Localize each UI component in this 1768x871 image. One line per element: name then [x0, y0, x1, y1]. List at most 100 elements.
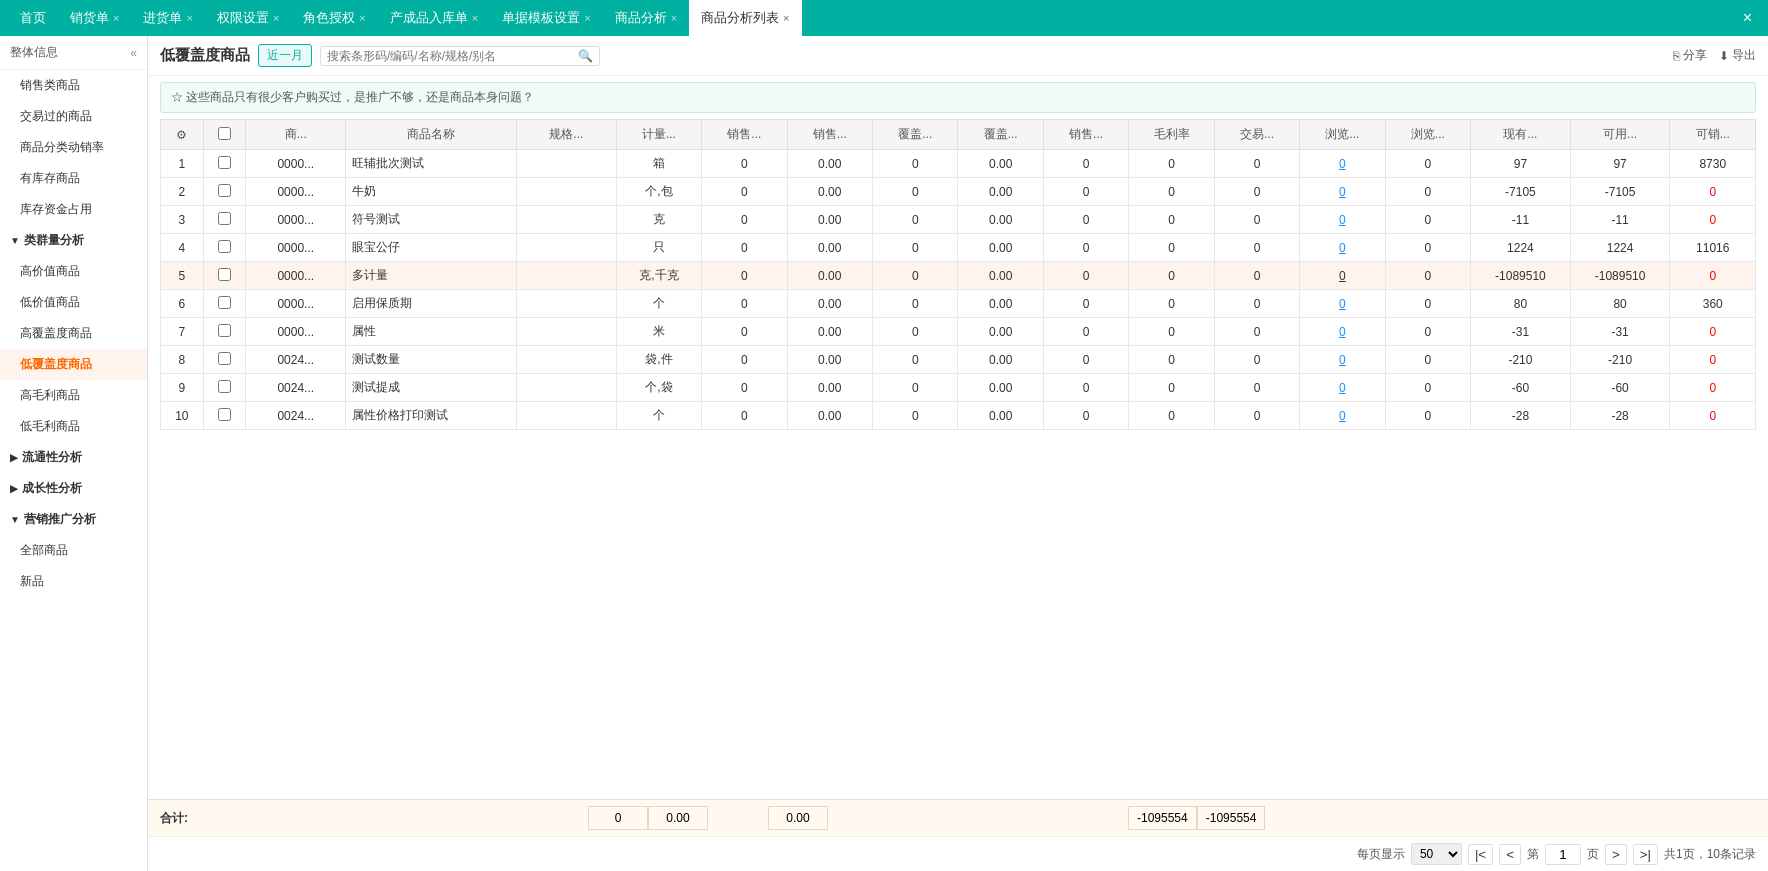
row-checkbox[interactable] — [203, 206, 246, 234]
sidebar-item-low-margin[interactable]: 低毛利商品 — [0, 411, 147, 442]
close-icon[interactable]: × — [671, 0, 677, 36]
sidebar-group-circulation[interactable]: ▶ 流通性分析 — [0, 442, 147, 473]
sidebar-item-low-coverage[interactable]: 低覆盖度商品 — [0, 349, 147, 380]
row-select[interactable] — [218, 268, 231, 281]
sidebar-item-sales-products[interactable]: 销售类商品 — [0, 70, 147, 101]
col-checkbox[interactable] — [203, 120, 246, 150]
row-browse1[interactable]: 0 — [1300, 206, 1385, 234]
row-select[interactable] — [218, 296, 231, 309]
row-browse1[interactable]: 0 — [1300, 262, 1385, 290]
select-all-checkbox[interactable] — [218, 127, 231, 140]
row-browse1[interactable]: 0 — [1300, 374, 1385, 402]
nav-item-permissions[interactable]: 权限设置 × — [205, 0, 291, 36]
col-sales3[interactable]: 销售... — [1043, 120, 1128, 150]
next-page-button[interactable]: > — [1605, 844, 1627, 865]
sidebar-item-new-products[interactable]: 新品 — [0, 566, 147, 597]
share-button[interactable]: ⎘ 分享 — [1673, 47, 1707, 64]
close-icon[interactable]: × — [113, 0, 119, 36]
col-code[interactable]: 商... — [246, 120, 346, 150]
nav-item-finished-goods[interactable]: 产成品入库单 × — [378, 0, 490, 36]
row-select[interactable] — [218, 240, 231, 253]
row-checkbox[interactable] — [203, 290, 246, 318]
row-select[interactable] — [218, 408, 231, 421]
row-select[interactable] — [218, 324, 231, 337]
col-browse2[interactable]: 浏览... — [1385, 120, 1470, 150]
close-icon[interactable]: × — [273, 0, 279, 36]
nav-item-product-analysis-list[interactable]: 商品分析列表 × — [689, 0, 801, 36]
close-icon[interactable]: × — [359, 0, 365, 36]
nav-item-template[interactable]: 单据模板设置 × — [490, 0, 602, 36]
col-cov1[interactable]: 覆盖... — [873, 120, 958, 150]
close-icon[interactable]: × — [584, 0, 590, 36]
col-name[interactable]: 商品名称 — [346, 120, 517, 150]
row-select[interactable] — [218, 352, 231, 365]
col-settings[interactable]: ⚙ — [161, 120, 204, 150]
sidebar-group-marketing[interactable]: ▼ 营销推广分析 — [0, 504, 147, 535]
col-available[interactable]: 可用... — [1570, 120, 1670, 150]
row-select[interactable] — [218, 184, 231, 197]
row-checkbox[interactable] — [203, 318, 246, 346]
nav-item-product-analysis[interactable]: 商品分析 × — [603, 0, 689, 36]
search-input[interactable] — [327, 49, 574, 63]
sidebar-item-high-value[interactable]: 高价值商品 — [0, 256, 147, 287]
row-checkbox[interactable] — [203, 178, 246, 206]
row-checkbox[interactable] — [203, 402, 246, 430]
close-icon[interactable]: × — [783, 0, 789, 36]
sidebar-item-high-margin[interactable]: 高毛利商品 — [0, 380, 147, 411]
sidebar-group-cluster[interactable]: ▼ 类群量分析 — [0, 225, 147, 256]
row-checkbox[interactable] — [203, 150, 246, 178]
close-all-button[interactable]: × — [1735, 9, 1760, 27]
col-spec[interactable]: 规格... — [517, 120, 617, 150]
col-gross[interactable]: 毛利率 — [1129, 120, 1214, 150]
row-browse1[interactable]: 0 — [1300, 150, 1385, 178]
nav-item-roles[interactable]: 角色授权 × — [291, 0, 377, 36]
row-cov1: 0 — [873, 206, 958, 234]
col-cov2[interactable]: 覆盖... — [958, 120, 1043, 150]
nav-item-sales[interactable]: 销货单 × — [58, 0, 131, 36]
row-trade: 0 — [1214, 402, 1299, 430]
col-current[interactable]: 现有... — [1471, 120, 1571, 150]
chevron-down-icon: ▼ — [10, 235, 20, 246]
row-select[interactable] — [218, 156, 231, 169]
row-browse1[interactable]: 0 — [1300, 318, 1385, 346]
prev-page-button[interactable]: < — [1499, 844, 1521, 865]
col-sellable[interactable]: 可销... — [1670, 120, 1756, 150]
sidebar-item-all-products[interactable]: 全部商品 — [0, 535, 147, 566]
row-browse1[interactable]: 0 — [1300, 178, 1385, 206]
sidebar-item-low-value[interactable]: 低价值商品 — [0, 287, 147, 318]
row-browse1[interactable]: 0 — [1300, 346, 1385, 374]
row-select[interactable] — [218, 212, 231, 225]
search-icon[interactable]: 🔍 — [578, 49, 593, 63]
last-page-button[interactable]: >| — [1633, 844, 1658, 865]
row-checkbox[interactable] — [203, 346, 246, 374]
sidebar-item-in-stock[interactable]: 有库存商品 — [0, 163, 147, 194]
col-trade[interactable]: 交易... — [1214, 120, 1299, 150]
export-button[interactable]: ⬇ 导出 — [1719, 47, 1756, 64]
sidebar-item-high-coverage[interactable]: 高覆盖度商品 — [0, 318, 147, 349]
close-icon[interactable]: × — [472, 0, 478, 36]
row-browse1[interactable]: 0 — [1300, 402, 1385, 430]
row-browse1[interactable]: 0 — [1300, 290, 1385, 318]
sidebar-item-capital[interactable]: 库存资金占用 — [0, 194, 147, 225]
col-browse1[interactable]: 浏览... — [1300, 120, 1385, 150]
close-icon[interactable]: × — [186, 0, 192, 36]
row-checkbox[interactable] — [203, 262, 246, 290]
per-page-select[interactable]: 50 100 200 — [1411, 843, 1462, 865]
nav-item-purchase[interactable]: 进货单 × — [131, 0, 204, 36]
row-select[interactable] — [218, 380, 231, 393]
col-sales2[interactable]: 销售... — [787, 120, 872, 150]
first-page-button[interactable]: |< — [1468, 844, 1493, 865]
row-checkbox[interactable] — [203, 234, 246, 262]
col-sales1[interactable]: 销售... — [702, 120, 787, 150]
table-area: ⚙ 商... 商品名称 规格... 计量... 销售... 销售... 覆盖..… — [148, 119, 1768, 799]
row-browse1[interactable]: 0 — [1300, 234, 1385, 262]
time-filter-month[interactable]: 近一月 — [258, 44, 312, 67]
collapse-icon[interactable]: « — [130, 46, 137, 60]
page-number-input[interactable] — [1545, 844, 1581, 865]
nav-item-home[interactable]: 首页 — [8, 0, 58, 36]
sidebar-item-traded-products[interactable]: 交易过的商品 — [0, 101, 147, 132]
row-checkbox[interactable] — [203, 374, 246, 402]
sidebar-group-growth[interactable]: ▶ 成长性分析 — [0, 473, 147, 504]
col-unit[interactable]: 计量... — [616, 120, 701, 150]
sidebar-item-category-rate[interactable]: 商品分类动销率 — [0, 132, 147, 163]
